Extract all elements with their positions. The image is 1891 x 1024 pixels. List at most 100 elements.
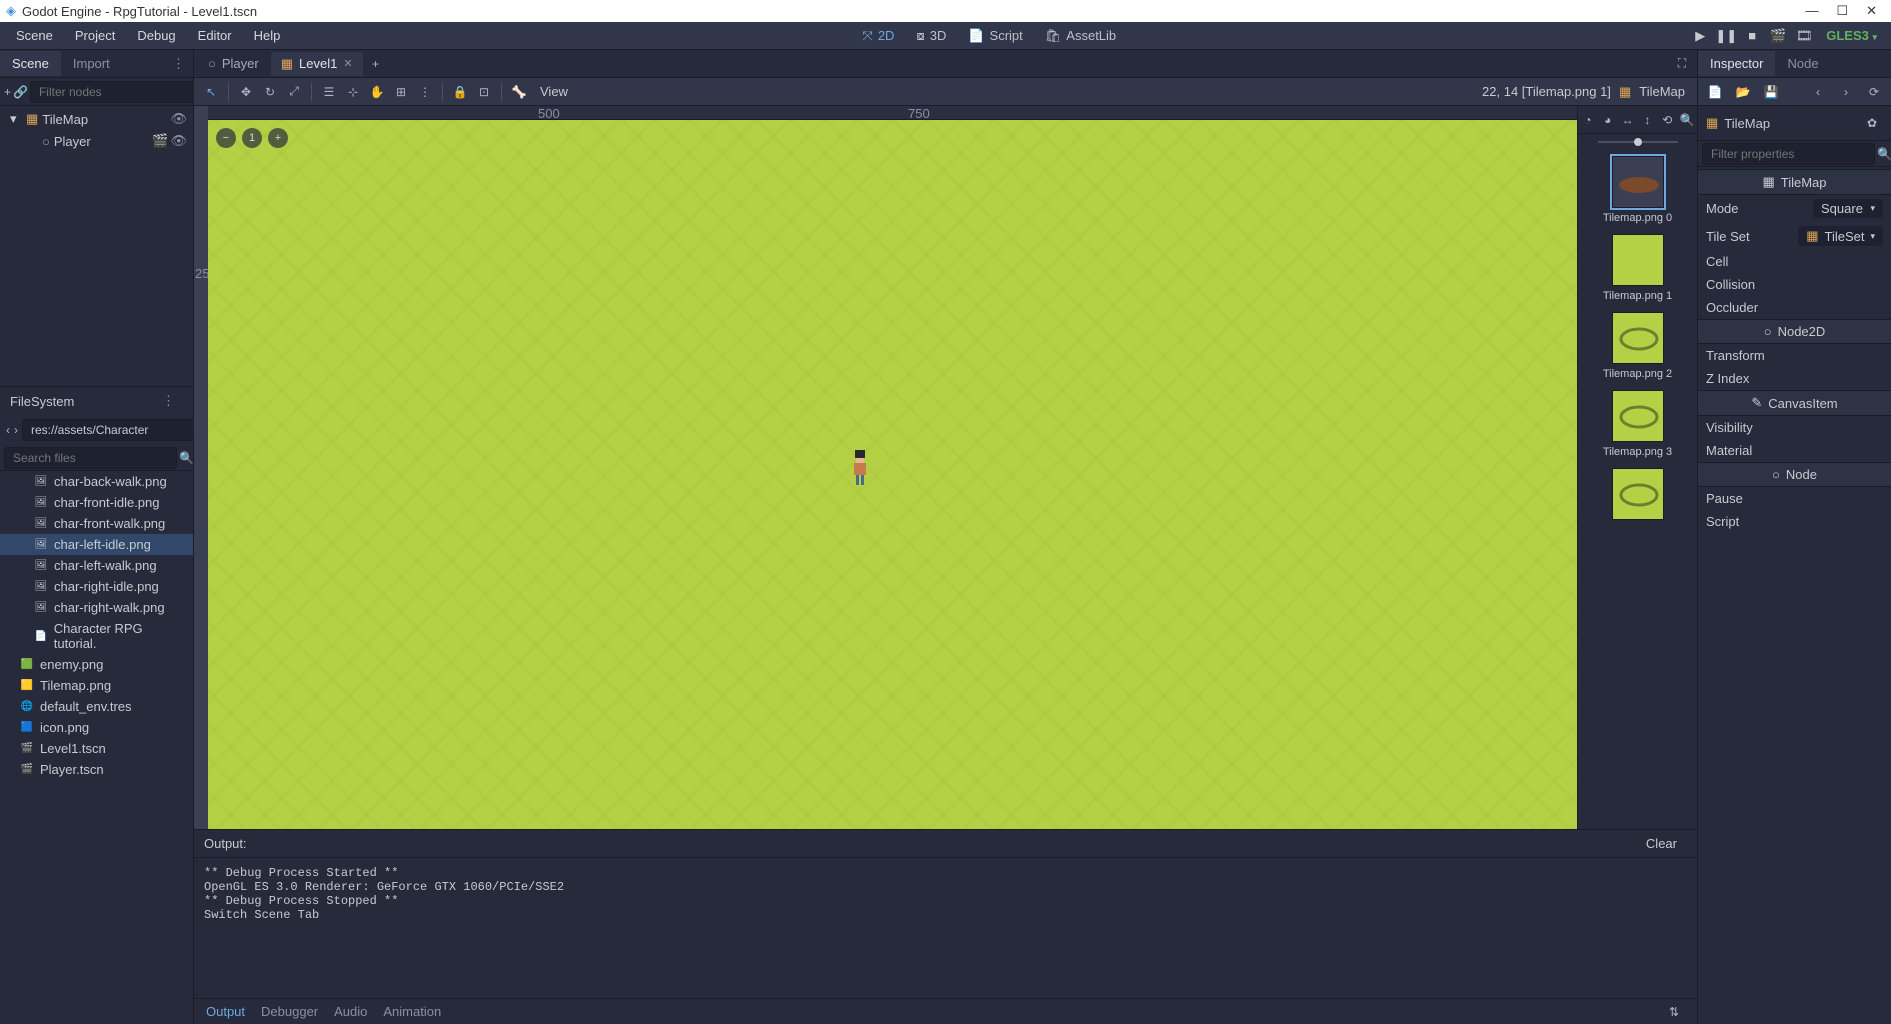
dock-menu-icon[interactable]: ⋮ [164, 56, 193, 72]
visibility-icon[interactable]: 👁 [170, 111, 187, 127]
insp-back-icon[interactable]: ‹ [1807, 81, 1829, 103]
maximize-icon[interactable]: ☐ [1836, 3, 1848, 19]
scene-tab[interactable]: ▦Level1✕ [271, 52, 363, 76]
output-tab-output[interactable]: Output [206, 1004, 245, 1019]
fs-search-input[interactable] [4, 447, 177, 469]
fs-forward-button[interactable]: › [14, 419, 18, 441]
filter-properties-input[interactable] [1702, 143, 1875, 165]
minimize-icon[interactable]: — [1805, 3, 1818, 19]
play-button[interactable]: ▶ [1688, 24, 1712, 48]
scene-dock-tab[interactable]: Scene [0, 51, 61, 76]
play-scene-button[interactable]: 🎬 [1766, 24, 1790, 48]
tile-zoom-slider[interactable] [1578, 134, 1697, 150]
scale-tool[interactable]: ⤢ [283, 81, 305, 103]
menu-editor[interactable]: Editor [188, 24, 242, 47]
distraction-free-button[interactable]: ⛶ [1671, 53, 1693, 75]
output-tab-animation[interactable]: Animation [383, 1004, 441, 1019]
inspector-section-header[interactable]: ○Node2D [1698, 319, 1891, 344]
rotate-tool[interactable]: ↻ [259, 81, 281, 103]
inspector-expand[interactable]: Visibility [1698, 416, 1891, 439]
fs-item[interactable]: 🎬Player.tscn [0, 759, 193, 780]
play-custom-button[interactable]: 🎞 [1792, 24, 1816, 48]
expand-icon[interactable]: ▾ [10, 111, 22, 127]
node-tab[interactable]: Node [1775, 51, 1830, 76]
fs-back-button[interactable]: ‹ [6, 419, 10, 441]
zoom-reset-button[interactable]: 1 [242, 128, 262, 148]
fs-item[interactable]: 🖼char-back-walk.png [0, 471, 193, 492]
add-scene-tab-button[interactable]: + [365, 53, 387, 75]
tile-item[interactable]: Tilemap.png 1 [1584, 234, 1691, 302]
fs-dock-menu-icon[interactable]: ⋮ [154, 393, 183, 409]
fs-item[interactable]: 🟦icon.png [0, 717, 193, 738]
scene-node[interactable]: ▾▦TileMap👁 [0, 108, 193, 130]
tile-rotate[interactable]: ⟲ [1657, 109, 1677, 131]
fs-item[interactable]: 🖼char-left-walk.png [0, 555, 193, 576]
clear-output-button[interactable]: Clear [1636, 834, 1687, 853]
inspector-expand[interactable]: Material [1698, 439, 1891, 462]
workspace-2d-button[interactable]: ⤧2D [852, 24, 904, 48]
inspector-tab[interactable]: Inspector [1698, 51, 1775, 76]
snap-tool[interactable]: ⊞ [390, 81, 412, 103]
filter-nodes-input[interactable] [30, 81, 203, 103]
zoom-in-button[interactable]: + [268, 128, 288, 148]
ruler-tool[interactable]: ⊹ [342, 81, 364, 103]
tile-item[interactable] [1584, 468, 1691, 520]
menu-scene[interactable]: Scene [6, 24, 63, 47]
view-menu[interactable]: View [532, 84, 576, 99]
inspector-expand[interactable]: Cell [1698, 250, 1891, 273]
add-node-button[interactable]: + [4, 81, 11, 103]
canvas-viewport[interactable] [208, 120, 1577, 829]
group-tool[interactable]: ⊡ [473, 81, 495, 103]
renderer-dropdown[interactable]: GLES3 ▾ [1818, 28, 1885, 43]
inspector-section-header[interactable]: ▦TileMap [1698, 169, 1891, 195]
zoom-out-button[interactable]: − [216, 128, 236, 148]
fs-item[interactable]: 🖼char-right-idle.png [0, 576, 193, 597]
insp-history-icon[interactable]: ⟳ [1863, 81, 1885, 103]
link-node-button[interactable]: 🔗 [13, 81, 28, 103]
scene-link-icon[interactable]: 🎬 [152, 133, 168, 149]
pan-tool[interactable]: ✋ [366, 81, 388, 103]
insp-forward-icon[interactable]: › [1835, 81, 1857, 103]
inspector-section-header[interactable]: ✎CanvasItem [1698, 390, 1891, 416]
property-value[interactable]: ▦TileSet ▾ [1798, 226, 1883, 246]
import-dock-tab[interactable]: Import [61, 51, 122, 76]
visibility-icon[interactable]: 👁 [170, 133, 187, 149]
inspector-expand[interactable]: Script [1698, 510, 1891, 533]
tile-item[interactable]: Tilemap.png 2 [1584, 312, 1691, 380]
inspector-expand[interactable]: Pause [1698, 487, 1891, 510]
fs-item[interactable]: 📄Character RPG tutorial. [0, 618, 193, 654]
fs-item[interactable]: 🟩enemy.png [0, 654, 193, 675]
output-tab-audio[interactable]: Audio [334, 1004, 367, 1019]
fs-path-input[interactable] [22, 419, 195, 441]
insp-tool-icon[interactable]: ✿ [1861, 112, 1883, 134]
scene-node[interactable]: ○Player🎬👁 [0, 130, 193, 152]
tile-item[interactable]: Tilemap.png 3 [1584, 390, 1691, 458]
close-icon[interactable]: ✕ [1866, 3, 1877, 19]
insp-save-icon[interactable]: 💾 [1760, 81, 1782, 103]
player-sprite[interactable] [848, 450, 872, 486]
select-tool[interactable]: ↖ [200, 81, 222, 103]
tile-flip-h[interactable]: ↔ [1618, 109, 1638, 131]
menu-project[interactable]: Project [65, 24, 125, 47]
tile-bucket-tool[interactable]: ◕ [1598, 109, 1618, 131]
scene-tab[interactable]: ○Player [198, 52, 269, 76]
bone-tool[interactable]: 🦴 [508, 81, 530, 103]
close-tab-icon[interactable]: ✕ [343, 57, 352, 70]
fs-item[interactable]: 🖼char-front-walk.png [0, 513, 193, 534]
fs-item[interactable]: 🖼char-right-walk.png [0, 597, 193, 618]
fs-search-icon[interactable]: 🔍 [179, 447, 194, 469]
inspector-expand[interactable]: Occluder [1698, 296, 1891, 319]
workspace-script-button[interactable]: 📄Script [958, 24, 1032, 48]
inspector-expand[interactable]: Transform [1698, 344, 1891, 367]
tile-item[interactable]: Tilemap.png 0 [1584, 156, 1691, 224]
tile-paint-tool[interactable]: ◔ [1578, 109, 1598, 131]
pause-button[interactable]: ❚❚ [1714, 24, 1738, 48]
property-value[interactable]: Square ▾ [1813, 199, 1883, 218]
insp-search-icon[interactable]: 🔍 [1877, 143, 1891, 165]
snap-options[interactable]: ⋮ [414, 81, 436, 103]
fs-item[interactable]: 🖼char-front-idle.png [0, 492, 193, 513]
tile-flip-v[interactable]: ↕ [1637, 109, 1657, 131]
workspace-assetlib-button[interactable]: 🛍AssetLib [1035, 24, 1126, 48]
menu-help[interactable]: Help [244, 24, 291, 47]
move-tool[interactable]: ✥ [235, 81, 257, 103]
